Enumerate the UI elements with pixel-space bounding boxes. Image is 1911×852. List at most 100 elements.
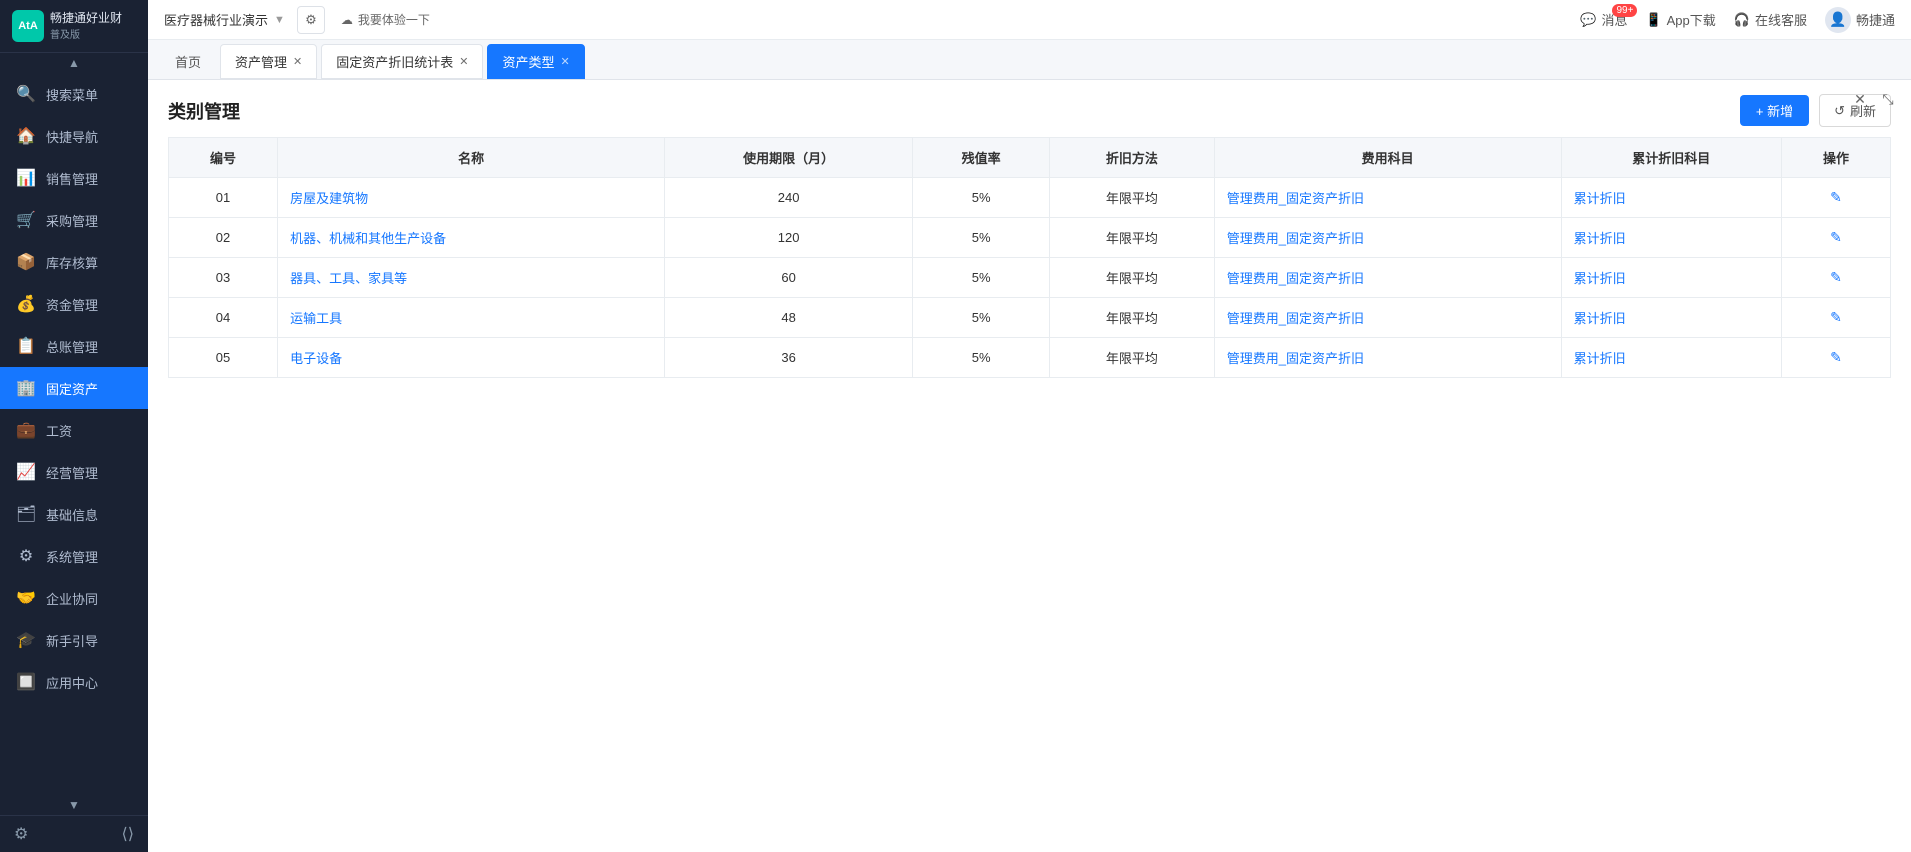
- table-row: 05 电子设备 36 5% 年限平均 管理费用_固定资产折旧 累计折旧 ✎: [169, 338, 1891, 378]
- sidebar-item-label: 企业协同: [46, 589, 98, 608]
- sidebar-item-system[interactable]: ⚙ 系统管理: [0, 535, 148, 577]
- customer-service-button[interactable]: 🎧 在线客服: [1734, 10, 1807, 29]
- sidebar-item-quick-nav[interactable]: 🏠 快捷导航: [0, 115, 148, 157]
- cell-expense: 管理费用_固定资产折旧: [1214, 258, 1561, 298]
- app-icon: 🔲: [16, 672, 36, 692]
- table-row: 01 房屋及建筑物 240 5% 年限平均 管理费用_固定资产折旧 累计折旧 ✎: [169, 178, 1891, 218]
- sidebar-item-label: 资金管理: [46, 295, 98, 314]
- cell-accumulated: 累计折旧: [1561, 258, 1781, 298]
- window-controls: ✕ ⤡: [1837, 80, 1911, 118]
- tab-fixed-asset-report-close[interactable]: ✕: [459, 55, 468, 68]
- sidebar-logo: AtA 畅捷通好业财 普及版: [0, 0, 148, 53]
- settings-icon: ⚙: [305, 12, 317, 28]
- message-icon: 💬: [1580, 12, 1596, 28]
- cell-expense: 管理费用_固定资产折旧: [1214, 178, 1561, 218]
- user-menu[interactable]: 👤 畅捷通: [1825, 7, 1895, 33]
- page-header: 类别管理 + 新增 ↺ 刷新: [148, 80, 1911, 137]
- col-code: 编号: [169, 138, 278, 178]
- cell-action[interactable]: ✎: [1781, 298, 1890, 338]
- cell-code: 04: [169, 298, 278, 338]
- sidebar-item-label: 搜索菜单: [46, 85, 98, 104]
- collapse-icon[interactable]: ⟨⟩: [122, 824, 134, 844]
- guide-icon: 🎓: [16, 630, 36, 650]
- table-container: 编号 名称 使用期限（月） 残值率 折旧方法 费用科目 累计折旧科目 操作 01…: [148, 137, 1911, 378]
- table-row: 03 器具、工具、家具等 60 5% 年限平均 管理费用_固定资产折旧 累计折旧…: [169, 258, 1891, 298]
- col-name: 名称: [278, 138, 665, 178]
- sidebar-item-enterprise[interactable]: 🤝 企业协同: [0, 577, 148, 619]
- gear-icon: ⚙: [16, 546, 36, 566]
- cell-period: 36: [665, 338, 913, 378]
- tab-asset-type-close[interactable]: ✕: [561, 55, 570, 68]
- cell-action[interactable]: ✎: [1781, 218, 1890, 258]
- cell-code: 05: [169, 338, 278, 378]
- sidebar-item-operations[interactable]: 📈 经营管理: [0, 451, 148, 493]
- topbar-settings-button[interactable]: ⚙: [297, 6, 325, 34]
- company-name: 医疗器械行业演示: [164, 10, 268, 29]
- sidebar-item-label: 库存核算: [46, 253, 98, 272]
- sidebar-item-label: 工资: [46, 421, 72, 440]
- headset-icon: 🎧: [1734, 12, 1750, 28]
- cell-action[interactable]: ✎: [1781, 258, 1890, 298]
- cell-code: 03: [169, 258, 278, 298]
- col-residual: 残值率: [913, 138, 1050, 178]
- sidebar: AtA 畅捷通好业财 普及版 ▲ 🔍 搜索菜单 🏠 快捷导航 📊 销售管理 🛒 …: [0, 0, 148, 852]
- content-area: ✕ ⤡ 类别管理 + 新增 ↺ 刷新 编号 名称 使用期限（月）: [148, 80, 1911, 852]
- sidebar-item-guide[interactable]: 🎓 新手引导: [0, 619, 148, 661]
- tab-home[interactable]: 首页: [160, 44, 216, 79]
- sidebar-item-label: 销售管理: [46, 169, 98, 188]
- tab-home-label: 首页: [175, 52, 201, 71]
- sidebar-item-sales[interactable]: 📊 销售管理: [0, 157, 148, 199]
- col-period: 使用期限（月）: [665, 138, 913, 178]
- table-row: 04 运输工具 48 5% 年限平均 管理费用_固定资产折旧 累计折旧 ✎: [169, 298, 1891, 338]
- cell-method: 年限平均: [1050, 298, 1215, 338]
- tab-asset-type[interactable]: 资产类型 ✕: [487, 44, 584, 79]
- edit-icon[interactable]: ✎: [1830, 189, 1842, 205]
- scroll-down-arrow[interactable]: ▼: [0, 795, 148, 815]
- col-method: 折旧方法: [1050, 138, 1215, 178]
- message-button[interactable]: 💬 消息 99+: [1580, 10, 1627, 29]
- sidebar-footer: ⚙ ⟨⟩: [0, 815, 148, 852]
- tab-fixed-asset-report[interactable]: 固定资产折旧统计表 ✕: [321, 44, 483, 79]
- sidebar-item-label: 快捷导航: [46, 127, 98, 146]
- expand-window-button[interactable]: ⤡: [1875, 86, 1901, 112]
- edit-icon[interactable]: ✎: [1830, 229, 1842, 245]
- sidebar-item-purchase[interactable]: 🛒 采购管理: [0, 199, 148, 241]
- cell-residual: 5%: [913, 298, 1050, 338]
- sidebar-item-search[interactable]: 🔍 搜索菜单: [0, 73, 148, 115]
- close-window-button[interactable]: ✕: [1847, 86, 1873, 112]
- settings-footer-icon[interactable]: ⚙: [14, 824, 28, 844]
- cell-name: 机器、机械和其他生产设备: [278, 218, 665, 258]
- app-download-button[interactable]: 📱 App下载: [1645, 10, 1715, 29]
- cell-action[interactable]: ✎: [1781, 338, 1890, 378]
- new-button[interactable]: + 新增: [1740, 95, 1809, 126]
- phone-icon: 📱: [1645, 12, 1661, 28]
- cell-action[interactable]: ✎: [1781, 178, 1890, 218]
- scroll-up-arrow[interactable]: ▲: [0, 53, 148, 73]
- cloud-icon: ☁: [341, 13, 353, 27]
- company-selector[interactable]: 医疗器械行业演示 ▼: [164, 10, 285, 29]
- sidebar-item-fixed-assets[interactable]: 🏢 固定资产: [0, 367, 148, 409]
- edit-icon[interactable]: ✎: [1830, 269, 1842, 285]
- sidebar-item-finance[interactable]: 💰 资金管理: [0, 283, 148, 325]
- handshake-icon: 🤝: [16, 588, 36, 608]
- sidebar-item-inventory[interactable]: 📦 库存核算: [0, 241, 148, 283]
- sidebar-item-ledger[interactable]: 📋 总账管理: [0, 325, 148, 367]
- sidebar-item-basic-info[interactable]: 🗂 基础信息: [0, 493, 148, 535]
- experience-button[interactable]: ☁ 我要体验一下: [341, 11, 430, 28]
- tab-asset-type-label: 资产类型: [502, 52, 554, 71]
- edit-icon[interactable]: ✎: [1830, 349, 1842, 365]
- tab-asset-management-close[interactable]: ✕: [293, 55, 302, 68]
- cell-method: 年限平均: [1050, 178, 1215, 218]
- sidebar-item-payroll[interactable]: 💼 工资: [0, 409, 148, 451]
- sidebar-item-app-center[interactable]: 🔲 应用中心: [0, 661, 148, 703]
- tab-asset-management[interactable]: 资产管理 ✕: [220, 44, 317, 79]
- logo-sub: 普及版: [50, 26, 122, 41]
- app-download-label: App下载: [1667, 10, 1716, 29]
- cell-name: 器具、工具、家具等: [278, 258, 665, 298]
- sidebar-item-label: 采购管理: [46, 211, 98, 230]
- cell-expense: 管理费用_固定资产折旧: [1214, 218, 1561, 258]
- tab-fixed-asset-report-label: 固定资产折旧统计表: [336, 52, 453, 71]
- edit-icon[interactable]: ✎: [1830, 309, 1842, 325]
- cell-expense: 管理费用_固定资产折旧: [1214, 298, 1561, 338]
- tabs-bar: 首页 资产管理 ✕ 固定资产折旧统计表 ✕ 资产类型 ✕: [148, 40, 1911, 80]
